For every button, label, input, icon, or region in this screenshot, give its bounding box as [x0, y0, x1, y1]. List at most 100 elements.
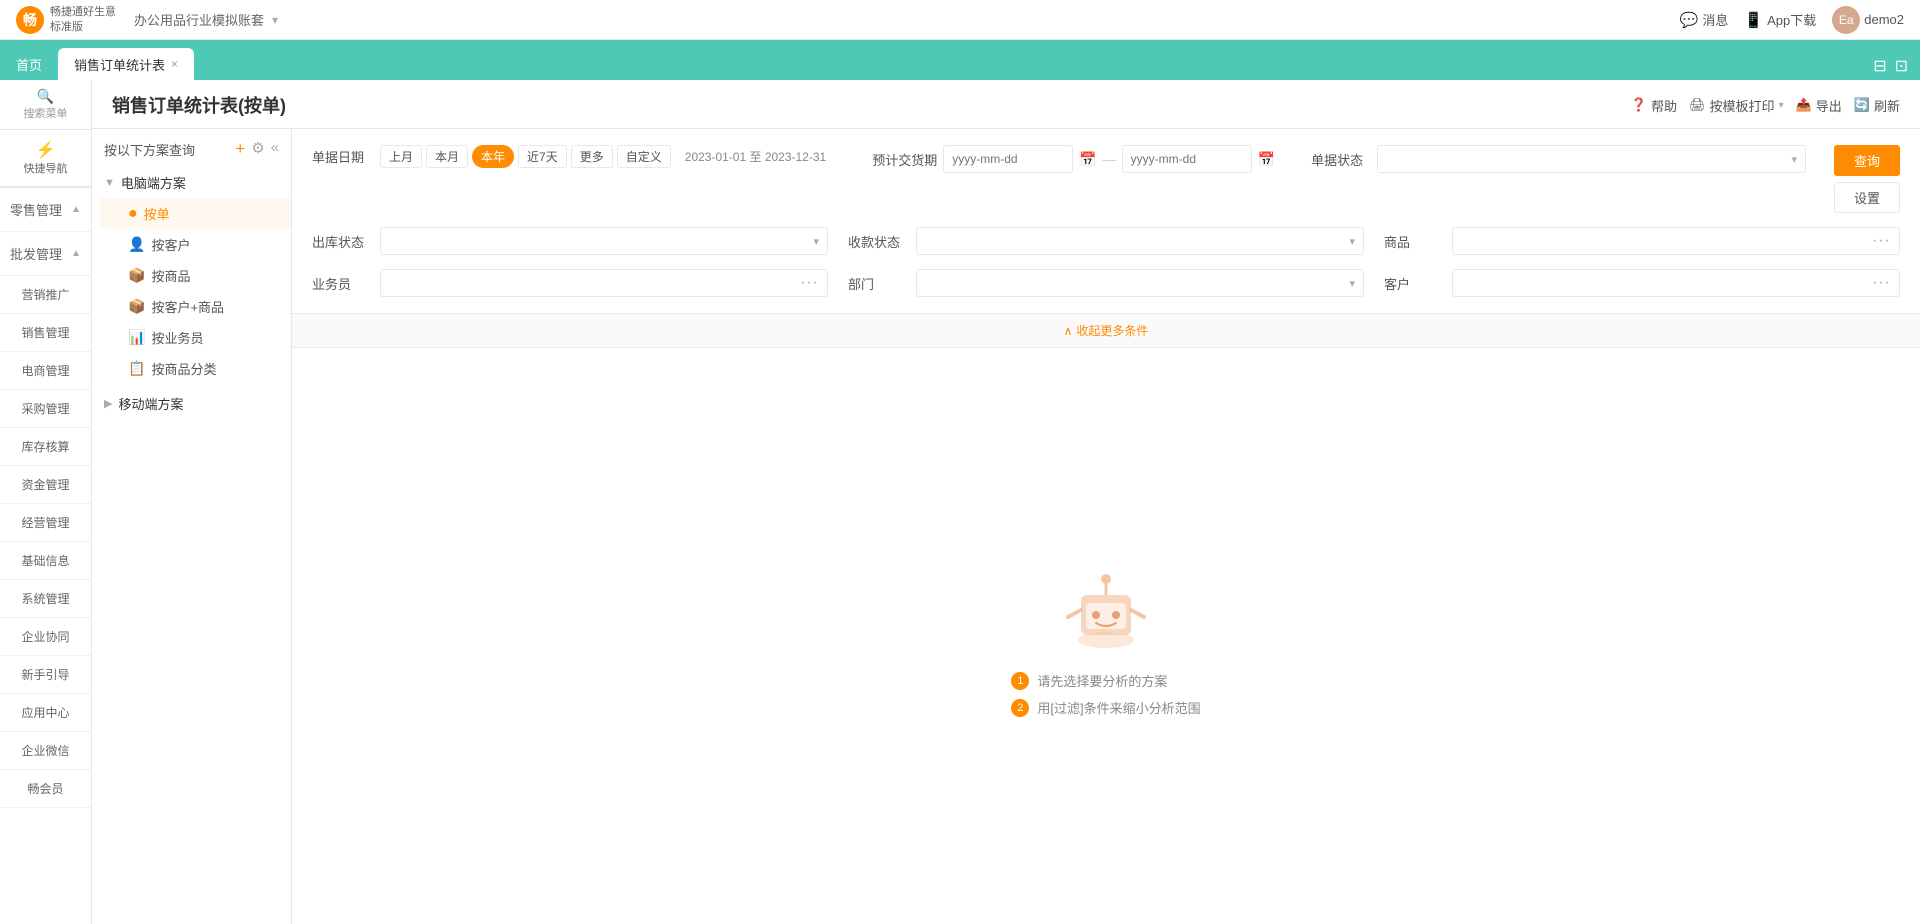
- settings-scheme-icon[interactable]: ⚙: [251, 139, 264, 159]
- sidebar-item-system[interactable]: 系统管理: [0, 580, 91, 618]
- main-content: 按以下方案查询 + ⚙ « ▼ 电脑端方案: [92, 129, 1920, 924]
- breadcrumb-title: 办公用品行业模拟账套: [134, 10, 264, 29]
- wholesale-arrow-icon: ▲: [71, 248, 81, 259]
- empty-tips: 1 请先选择要分析的方案 2 用[过滤]条件来缩小分析范围: [1011, 671, 1200, 717]
- status-select[interactable]: ▾: [1377, 145, 1806, 173]
- empty-tip-1: 1 请先选择要分析的方案: [1011, 671, 1200, 690]
- customer-more-icon[interactable]: ···: [1872, 274, 1891, 292]
- sidebar-item-newuser[interactable]: 新手引导: [0, 656, 91, 694]
- breadcrumb-dropdown-icon[interactable]: ▾: [272, 13, 278, 27]
- empty-illustration: [1056, 555, 1156, 655]
- sidebar-item-retail[interactable]: 零售管理 ▲: [0, 188, 91, 232]
- collapse-bar[interactable]: ∧ 收起更多条件: [292, 314, 1920, 348]
- print-button[interactable]: 🖨 按模板打印 ▾: [1689, 96, 1784, 115]
- logo-text: 畅捷通好生意 标准版: [50, 5, 116, 34]
- scheme-item-by-customer[interactable]: 👤 按客户: [100, 229, 291, 260]
- tab-sales-order-statistics[interactable]: 销售订单统计表 ×: [58, 48, 194, 80]
- customer-input[interactable]: ···: [1452, 269, 1900, 297]
- sidebar-item-ecommerce[interactable]: 电商管理: [0, 352, 91, 390]
- date-btn-this-month[interactable]: 本月: [426, 145, 468, 168]
- sidebar-item-inventory[interactable]: 库存核算: [0, 428, 91, 466]
- logo-icon: 畅: [16, 6, 44, 34]
- department-select[interactable]: ▾: [916, 269, 1364, 297]
- help-icon: ❓: [1631, 97, 1647, 113]
- scheme-group-mobile-header[interactable]: ▶ 移动端方案: [92, 388, 291, 419]
- date-label: 单据日期: [312, 147, 372, 166]
- date-btn-last-month[interactable]: 上月: [380, 145, 422, 168]
- date-btn-more[interactable]: 更多: [571, 145, 613, 168]
- page-title: 销售订单统计表(按单): [112, 92, 286, 118]
- tab-close-icon[interactable]: ×: [171, 57, 178, 71]
- sidebar-item-purchase[interactable]: 采购管理: [0, 390, 91, 428]
- by-order-icon: ●: [128, 205, 138, 223]
- top-header-left: 畅 畅捷通好生意 标准版 办公用品行业模拟账套 ▾: [16, 5, 278, 34]
- expected-date-start-input[interactable]: [943, 145, 1073, 173]
- main-layout: 🔍 搜索菜单 ⚡ 快捷导航 零售管理 ▲ 批发管理 ▲ 营销推广 销售管理: [0, 80, 1920, 924]
- left-panel: 按以下方案查询 + ⚙ « ▼ 电脑端方案: [92, 129, 292, 924]
- salesperson-more-icon[interactable]: ···: [800, 274, 819, 292]
- help-button[interactable]: ❓ 帮助: [1631, 96, 1677, 115]
- reset-button[interactable]: 设置: [1834, 182, 1900, 213]
- sidebar-item-basic[interactable]: 基础信息: [0, 542, 91, 580]
- left-panel-title: 按以下方案查询: [104, 140, 195, 159]
- query-area: 查询 设置: [1834, 145, 1900, 213]
- data-area: 1 请先选择要分析的方案 2 用[过滤]条件来缩小分析范围: [292, 348, 1920, 924]
- expected-date-end-input[interactable]: [1122, 145, 1252, 173]
- by-customer-icon: 👤: [128, 236, 145, 253]
- app-download-button[interactable]: 📱 App下载: [1744, 10, 1816, 29]
- collapse-scheme-icon[interactable]: «: [271, 139, 279, 159]
- refresh-button[interactable]: 🔄 刷新: [1854, 96, 1900, 115]
- tab-home[interactable]: 首页: [0, 48, 58, 80]
- top-header-right: 💬 消息 📱 App下载 Ea demo2: [1680, 6, 1904, 34]
- calendar-start-icon[interactable]: 📅: [1079, 151, 1096, 168]
- scheme-item-by-customer-goods[interactable]: 📦 按客户+商品: [100, 291, 291, 322]
- sidebar-item-wechat[interactable]: 企业微信: [0, 732, 91, 770]
- message-button[interactable]: 💬 消息: [1680, 10, 1729, 29]
- print-arrow-icon: ▾: [1779, 100, 1784, 111]
- scheme-group-mobile: ▶ 移动端方案: [92, 388, 291, 419]
- date-btn-custom[interactable]: 自定义: [617, 145, 671, 168]
- payment-status-select[interactable]: ▾: [916, 227, 1364, 255]
- delivery-dropdown-arrow-icon: ▾: [813, 235, 819, 248]
- scheme-item-by-staff[interactable]: 📊 按业务员: [100, 322, 291, 353]
- sidebar-item-sales[interactable]: 销售管理: [0, 314, 91, 352]
- quicknav-icon: ⚡: [36, 140, 56, 160]
- sidebar-item-quicknav[interactable]: ⚡ 快捷导航: [0, 130, 91, 188]
- tip-num-1: 1: [1011, 672, 1029, 690]
- sidebar-item-marketing[interactable]: 营销推广: [0, 276, 91, 314]
- sidebar-item-wholesale[interactable]: 批发管理 ▲: [0, 232, 91, 276]
- date-btn-this-year[interactable]: 本年: [472, 145, 514, 168]
- customer-label: 客户: [1384, 274, 1444, 293]
- calendar-end-icon[interactable]: 📅: [1258, 151, 1275, 168]
- goods-more-icon[interactable]: ···: [1872, 232, 1891, 250]
- sidebar-item-finance[interactable]: 资金管理: [0, 466, 91, 504]
- department-label: 部门: [848, 274, 908, 293]
- add-scheme-icon[interactable]: +: [235, 139, 245, 159]
- sidebar-item-member[interactable]: 畅会员: [0, 770, 91, 808]
- export-button[interactable]: 📤 导出: [1796, 96, 1842, 115]
- scheme-item-by-goods[interactable]: 📦 按商品: [100, 260, 291, 291]
- scheme-item-by-goods-category[interactable]: 📋 按商品分类: [100, 353, 291, 384]
- scheme-group-pc-header[interactable]: ▼ 电脑端方案: [92, 167, 291, 198]
- query-button[interactable]: 查询: [1834, 145, 1900, 176]
- by-goods-category-icon: 📋: [128, 360, 145, 377]
- app-download-icon: 📱: [1744, 11, 1763, 29]
- by-goods-icon: 📦: [128, 267, 145, 284]
- delivery-status-select[interactable]: ▾: [380, 227, 828, 255]
- sidebar-item-operations[interactable]: 经营管理: [0, 504, 91, 542]
- scheme-item-by-order[interactable]: ● 按单: [100, 198, 291, 229]
- sidebar: 🔍 搜索菜单 ⚡ 快捷导航 零售管理 ▲ 批发管理 ▲ 营销推广 销售管理: [0, 80, 92, 924]
- sidebar-item-enterprise[interactable]: 企业协同: [0, 618, 91, 656]
- export-icon: 📤: [1796, 97, 1812, 113]
- salesperson-input[interactable]: ···: [380, 269, 828, 297]
- user-area[interactable]: Ea demo2: [1832, 6, 1904, 34]
- empty-state: 1 请先选择要分析的方案 2 用[过滤]条件来缩小分析范围: [1011, 555, 1200, 717]
- tab-maximize-icon[interactable]: ⊡: [1895, 56, 1908, 76]
- scheme-group-pc: ▼ 电脑端方案 ● 按单 👤 按客户: [92, 167, 291, 384]
- date-range-display: 2023-01-01 至 2023-12-31: [685, 148, 826, 165]
- sidebar-item-appcenter[interactable]: 应用中心: [0, 694, 91, 732]
- date-btn-last7[interactable]: 近7天: [518, 145, 567, 168]
- sidebar-item-search[interactable]: 🔍 搜索菜单: [0, 80, 91, 130]
- tab-collapse-icon[interactable]: ⊟: [1873, 56, 1886, 76]
- goods-input[interactable]: ···: [1452, 227, 1900, 255]
